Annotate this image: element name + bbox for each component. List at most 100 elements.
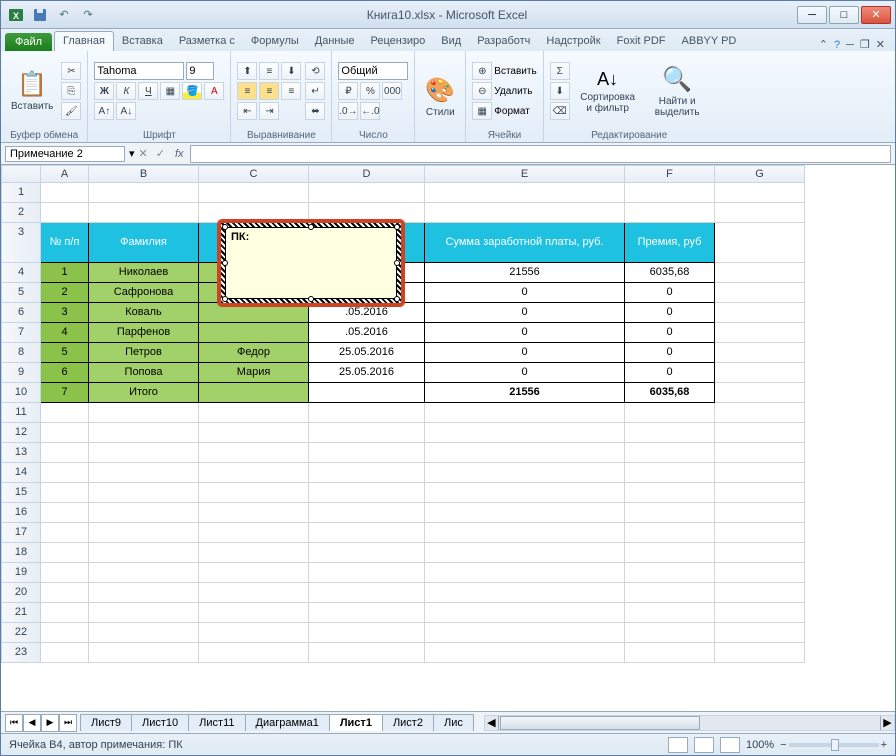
cell[interactable] bbox=[425, 623, 625, 643]
cell[interactable] bbox=[715, 463, 805, 483]
cell[interactable] bbox=[425, 643, 625, 663]
tab-foxit[interactable]: Foxit PDF bbox=[609, 32, 674, 51]
cell[interactable] bbox=[199, 563, 309, 583]
cell[interactable] bbox=[41, 403, 89, 423]
cell[interactable] bbox=[199, 543, 309, 563]
cell[interactable]: Премия, руб bbox=[625, 223, 715, 263]
cell[interactable]: 0 bbox=[625, 283, 715, 303]
cell[interactable] bbox=[89, 483, 199, 503]
cell[interactable] bbox=[625, 423, 715, 443]
cell[interactable] bbox=[715, 523, 805, 543]
cell[interactable] bbox=[625, 443, 715, 463]
cell[interactable] bbox=[715, 283, 805, 303]
file-tab[interactable]: Файл bbox=[5, 33, 52, 51]
merge-icon[interactable]: ⬌ bbox=[305, 102, 325, 120]
zoom-slider[interactable] bbox=[789, 743, 879, 747]
cell[interactable] bbox=[89, 583, 199, 603]
cell[interactable] bbox=[625, 603, 715, 623]
cell[interactable] bbox=[199, 483, 309, 503]
cell[interactable] bbox=[625, 583, 715, 603]
ribbon-minimize-icon[interactable]: ⌃ bbox=[819, 38, 828, 51]
cell[interactable] bbox=[309, 643, 425, 663]
cell[interactable] bbox=[309, 463, 425, 483]
cell[interactable]: 1 bbox=[41, 263, 89, 283]
cell[interactable] bbox=[199, 603, 309, 623]
cell[interactable] bbox=[715, 383, 805, 403]
fill-color-button[interactable]: 🪣 bbox=[182, 82, 202, 100]
cell[interactable] bbox=[199, 583, 309, 603]
cell[interactable]: Попова bbox=[89, 363, 199, 383]
cell[interactable]: Мария bbox=[199, 363, 309, 383]
tab-review[interactable]: Рецензиро bbox=[363, 32, 434, 51]
page-break-view-icon[interactable] bbox=[720, 737, 740, 753]
cell[interactable]: 6035,68 bbox=[625, 263, 715, 283]
cell[interactable] bbox=[715, 203, 805, 223]
cell[interactable]: 0 bbox=[625, 323, 715, 343]
font-size-select[interactable] bbox=[186, 62, 214, 80]
font-name-select[interactable] bbox=[94, 62, 184, 80]
column-header-B[interactable]: B bbox=[89, 165, 199, 183]
cell[interactable] bbox=[89, 643, 199, 663]
cell[interactable] bbox=[625, 503, 715, 523]
save-icon[interactable] bbox=[29, 5, 51, 25]
wrap-text-icon[interactable]: ↵ bbox=[305, 82, 325, 100]
cell[interactable] bbox=[425, 483, 625, 503]
cell[interactable] bbox=[41, 603, 89, 623]
cell[interactable]: 0 bbox=[625, 343, 715, 363]
cell[interactable]: Итого bbox=[89, 383, 199, 403]
cell[interactable] bbox=[89, 523, 199, 543]
sheet-tab-Лист10[interactable]: Лист10 bbox=[131, 714, 189, 731]
cell[interactable]: 25.05.2016 bbox=[309, 363, 425, 383]
tab-developer[interactable]: Разработч bbox=[469, 32, 538, 51]
column-header-C[interactable]: C bbox=[199, 165, 309, 183]
cell[interactable] bbox=[625, 403, 715, 423]
horizontal-scrollbar[interactable]: ◀ ▶ bbox=[484, 715, 895, 731]
zoom-out-icon[interactable]: − bbox=[780, 739, 786, 751]
cell[interactable] bbox=[715, 423, 805, 443]
align-center-icon[interactable]: ≡ bbox=[259, 82, 279, 100]
cell[interactable] bbox=[41, 623, 89, 643]
scroll-thumb[interactable] bbox=[500, 716, 700, 730]
cell[interactable] bbox=[199, 523, 309, 543]
cell[interactable]: 6 bbox=[41, 363, 89, 383]
cell[interactable] bbox=[715, 443, 805, 463]
autosum-icon[interactable]: Σ bbox=[550, 62, 570, 80]
sheet-nav-first-icon[interactable]: ⏮ bbox=[5, 714, 23, 732]
cell[interactable]: Федор bbox=[199, 343, 309, 363]
cell[interactable] bbox=[199, 323, 309, 343]
cell[interactable]: Парфенов bbox=[89, 323, 199, 343]
currency-icon[interactable]: ₽ bbox=[338, 82, 358, 100]
cell[interactable] bbox=[89, 203, 199, 223]
cell[interactable] bbox=[89, 503, 199, 523]
cell[interactable] bbox=[41, 183, 89, 203]
cell[interactable] bbox=[199, 443, 309, 463]
copy-icon[interactable]: ⎘ bbox=[61, 82, 81, 100]
cancel-icon[interactable]: ✕ bbox=[135, 147, 152, 160]
cell[interactable] bbox=[309, 443, 425, 463]
cell[interactable] bbox=[309, 523, 425, 543]
formula-input[interactable] bbox=[190, 145, 891, 163]
maximize-button[interactable]: □ bbox=[829, 6, 859, 24]
cell[interactable] bbox=[625, 643, 715, 663]
cell[interactable] bbox=[89, 183, 199, 203]
tab-formulas[interactable]: Формулы bbox=[243, 32, 307, 51]
row-header-15[interactable]: 15 bbox=[1, 483, 41, 503]
cell[interactable] bbox=[199, 303, 309, 323]
row-header-20[interactable]: 20 bbox=[1, 583, 41, 603]
sheet-tab-Лис[interactable]: Лис bbox=[433, 714, 474, 731]
row-header-4[interactable]: 4 bbox=[1, 263, 41, 283]
row-header-11[interactable]: 11 bbox=[1, 403, 41, 423]
minimize-button[interactable]: ─ bbox=[797, 6, 827, 24]
align-top-icon[interactable]: ⬆ bbox=[237, 62, 257, 80]
normal-view-icon[interactable] bbox=[668, 737, 688, 753]
cell[interactable] bbox=[625, 463, 715, 483]
cell[interactable] bbox=[41, 443, 89, 463]
percent-icon[interactable]: % bbox=[360, 82, 380, 100]
insert-cells-icon[interactable]: ⊕ bbox=[472, 62, 492, 80]
cell[interactable]: 7 bbox=[41, 383, 89, 403]
row-header-9[interactable]: 9 bbox=[1, 363, 41, 383]
cell[interactable] bbox=[309, 543, 425, 563]
cell[interactable] bbox=[715, 303, 805, 323]
column-header-E[interactable]: E bbox=[425, 165, 625, 183]
align-bottom-icon[interactable]: ⬇ bbox=[281, 62, 301, 80]
